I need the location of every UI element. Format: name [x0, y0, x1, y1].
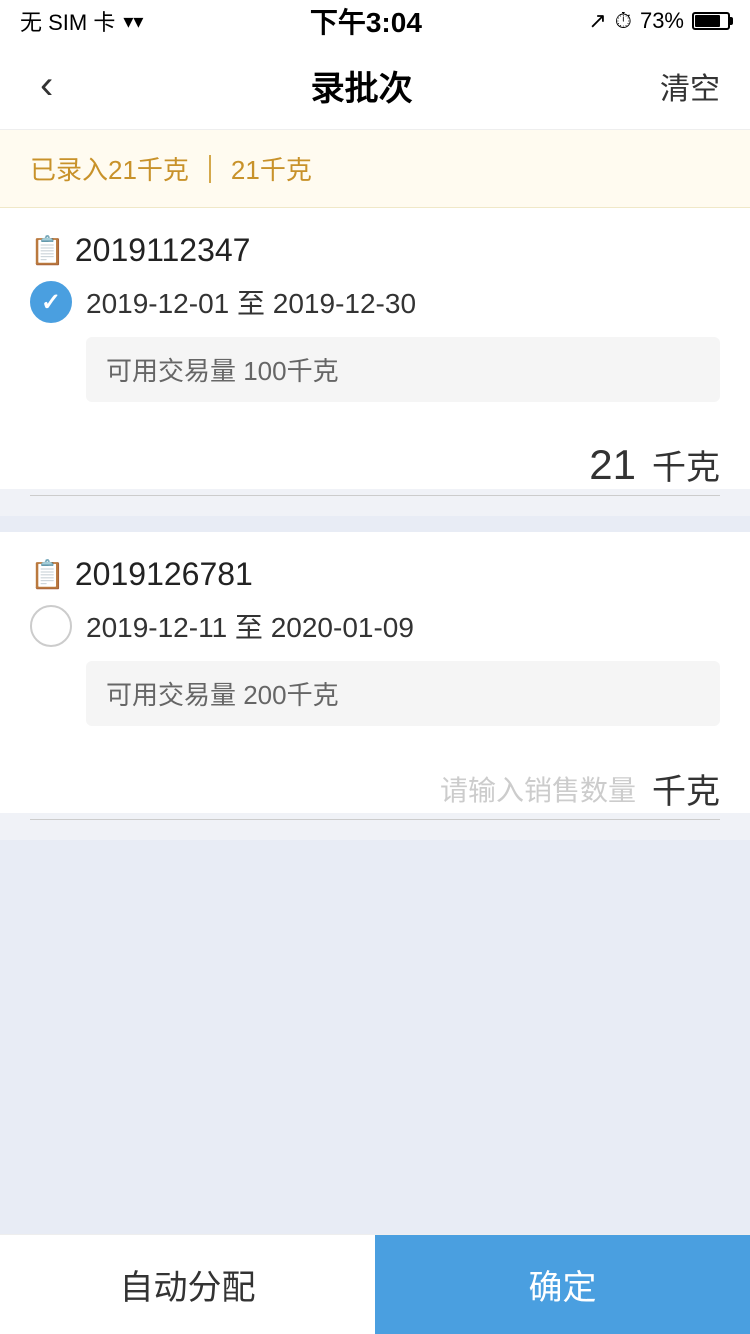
battery-percent: 73% [640, 8, 684, 34]
batch-id-row-1: 📋 2019112347 [30, 232, 720, 269]
qty-display-row-1: 21 千克 [0, 432, 750, 489]
batch-icon-1: 📋 [30, 234, 65, 267]
clock-icon: ⏱ [615, 8, 632, 34]
confirm-button[interactable]: 确定 [375, 1235, 750, 1334]
nav-bar: ‹ 录批次 清空 [0, 42, 750, 130]
summary-entered-label: 已录入21千克 [30, 150, 189, 187]
batch-date-row-1: 2019-12-01 至 2019-12-30 [30, 281, 720, 323]
batch-id-1: 2019112347 [75, 232, 251, 269]
wifi-icon: ▾▾ [123, 9, 143, 34]
radio-2[interactable] [30, 605, 72, 647]
input-placeholder-2: 请输入销售数量 [440, 769, 636, 809]
bottom-buttons: 自动分配 确定 [0, 1234, 750, 1334]
location-icon: ↗ [588, 8, 606, 34]
batch-date-row-2: 2019-12-11 至 2020-01-09 [30, 605, 720, 647]
summary-divider [209, 155, 211, 183]
underline-2 [30, 819, 720, 820]
section-separator [0, 516, 750, 532]
radio-1[interactable] [30, 281, 72, 323]
batch-id-row-2: 📋 2019126781 [30, 556, 720, 593]
battery-fill [695, 15, 720, 27]
batch-icon-2: 📋 [30, 558, 65, 591]
back-button[interactable]: ‹ [30, 53, 63, 118]
batch-item-1: 📋 2019112347 2019-12-01 至 2019-12-30 可用交… [0, 208, 750, 432]
batch-id-2: 2019126781 [75, 556, 253, 593]
carrier-text: 无 SIM 卡 [20, 5, 115, 37]
page-title: 录批次 [311, 61, 413, 110]
qty-value-1: 21 [589, 441, 636, 489]
battery-bar [692, 12, 730, 30]
qty-unit-1: 千克 [652, 440, 720, 489]
available-qty-2: 可用交易量 200千克 [86, 661, 720, 726]
auto-distribute-button[interactable]: 自动分配 [0, 1235, 375, 1334]
underline-1 [30, 495, 720, 496]
clear-button[interactable]: 清空 [660, 64, 720, 108]
input-row-2[interactable]: 请输入销售数量 千克 [0, 756, 750, 813]
available-qty-1: 可用交易量 100千克 [86, 337, 720, 402]
summary-banner: 已录入21千克 21千克 [0, 130, 750, 208]
batch-item-2: 📋 2019126781 2019-12-11 至 2020-01-09 可用交… [0, 532, 750, 756]
batch-date-1: 2019-12-01 至 2019-12-30 [86, 282, 416, 322]
batch-date-2: 2019-12-11 至 2020-01-09 [86, 606, 414, 646]
status-left: 无 SIM 卡 ▾▾ [20, 5, 143, 37]
status-bar: 无 SIM 卡 ▾▾ 下午3:04 ↗ ⏱ 73% [0, 0, 750, 42]
summary-value: 21千克 [231, 150, 312, 187]
status-right: ↗ ⏱ 73% [588, 8, 730, 34]
input-unit-2: 千克 [652, 764, 720, 813]
status-time: 下午3:04 [310, 1, 422, 41]
